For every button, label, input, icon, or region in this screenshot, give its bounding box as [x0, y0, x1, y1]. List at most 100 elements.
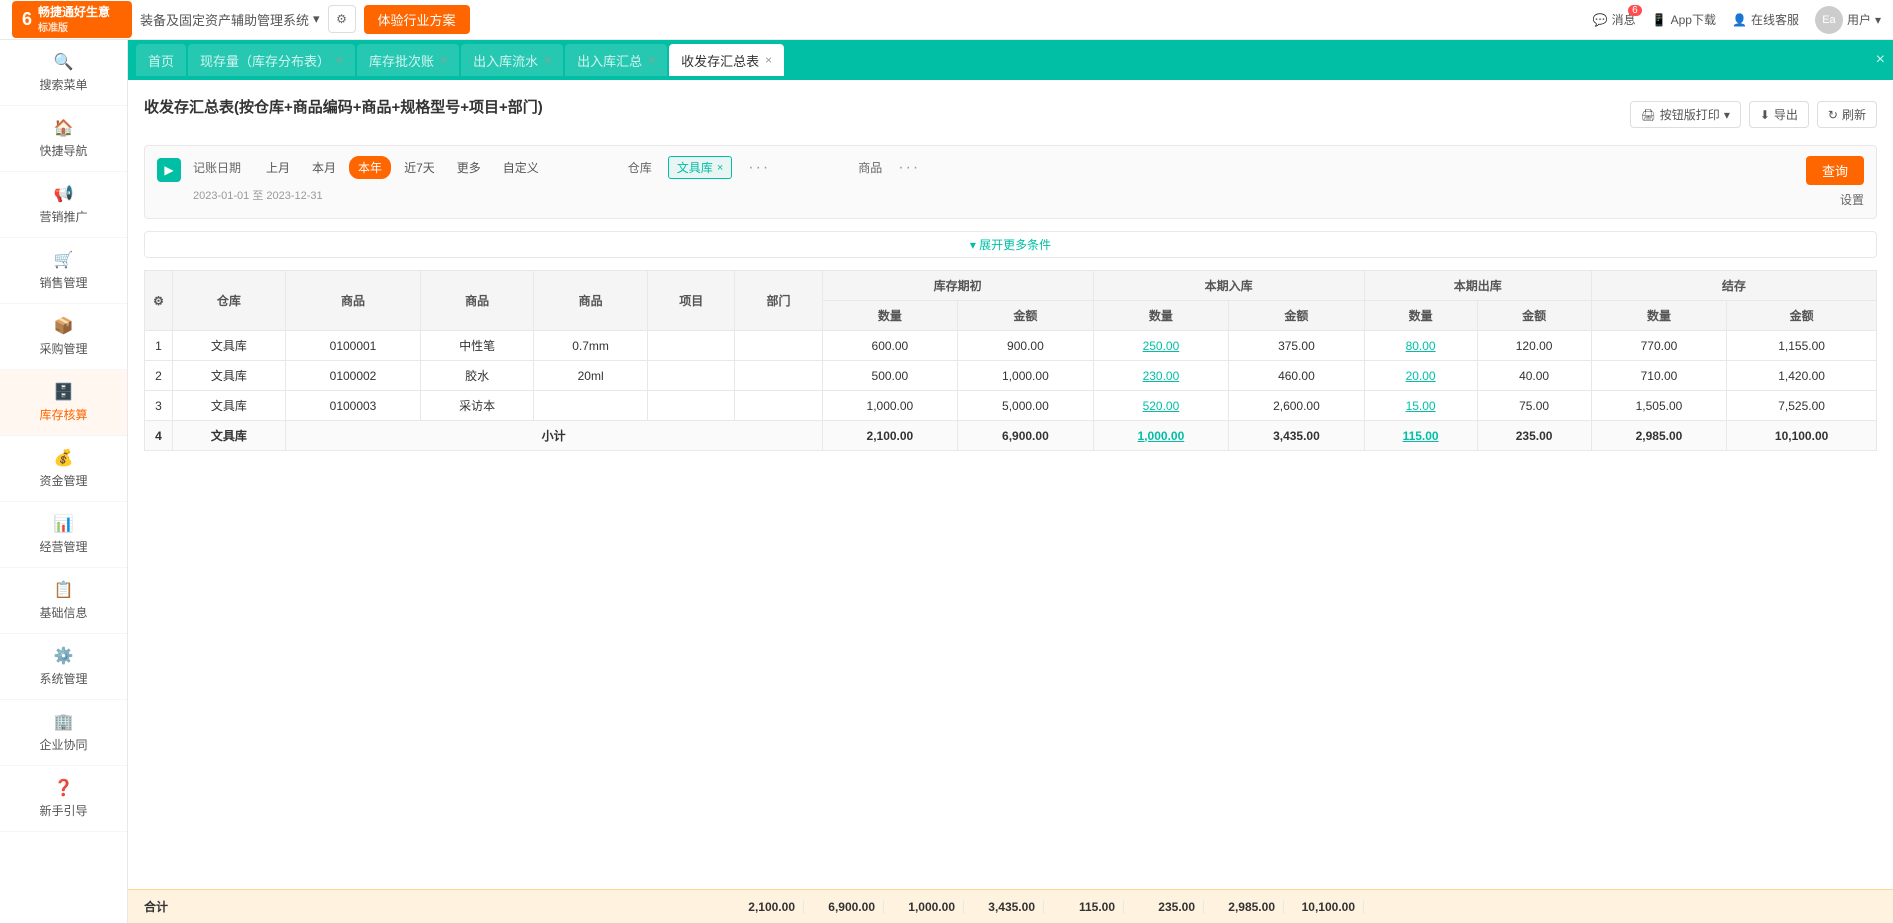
finance-icon: 💰 [54, 448, 74, 468]
row-out-qty-link[interactable]: 15.00 [1364, 391, 1477, 421]
date-btn-custom[interactable]: 自定义 [494, 156, 548, 179]
row-open-amt: 900.00 [958, 331, 1094, 361]
message-badge: 6 [1628, 5, 1642, 16]
row-code: 0100002 [285, 361, 421, 391]
top-bar: 6 畅捷通好生意 标准版 装备及固定资产辅助管理系统 ▾ ⚙ 体验行业方案 💬 … [0, 0, 1893, 40]
refresh-button[interactable]: ↻ 刷新 [1817, 101, 1877, 128]
sidebar-item-system[interactable]: ⚙️ 系统管理 [0, 634, 127, 700]
user-dropdown-icon: ▾ [1875, 13, 1881, 27]
row-close-amt: 7,525.00 [1727, 391, 1877, 421]
sidebar-item-operations[interactable]: 📊 经营管理 [0, 502, 127, 568]
goods-more-button[interactable]: ··· [898, 159, 920, 177]
row-open-amt: 5,000.00 [958, 391, 1094, 421]
operations-icon: 📊 [54, 514, 74, 534]
sidebar-item-finance[interactable]: 💰 资金管理 [0, 436, 127, 502]
tab-close-recv-send-summary[interactable]: × [765, 53, 772, 67]
base-info-icon: 📋 [54, 580, 74, 600]
sidebar-item-purchase[interactable]: 📦 采购管理 [0, 304, 127, 370]
trial-button[interactable]: 体验行业方案 [364, 5, 470, 34]
row-in-qty-link[interactable]: 230.00 [1093, 361, 1229, 391]
tab-recv-send-summary[interactable]: 收发存汇总表 × [669, 44, 784, 76]
phone-icon: 📱 [1652, 13, 1667, 27]
sidebar-item-guide[interactable]: ❓ 新手引导 [0, 766, 127, 832]
footer-in-qty: 1,000.00 [884, 900, 964, 914]
sales-icon: 🛒 [54, 250, 74, 270]
logo-area: 6 畅捷通好生意 标准版 [12, 1, 132, 38]
tab-close-in-out-flow[interactable]: × [544, 53, 551, 67]
col-header-dept: 部门 [735, 271, 822, 331]
sidebar-item-base-info[interactable]: 📋 基础信息 [0, 568, 127, 634]
user-menu[interactable]: Ea 用户 ▾ [1815, 6, 1881, 34]
online-service-button[interactable]: 👤 在线客服 [1732, 11, 1799, 28]
row-out-qty-link[interactable]: 20.00 [1364, 361, 1477, 391]
row-no: 2 [145, 361, 173, 391]
col-header-close-amt: 金额 [1727, 301, 1877, 331]
expand-more-button[interactable]: ▾ 展开更多条件 [144, 231, 1877, 258]
date-btn-7days[interactable]: 近7天 [395, 156, 444, 179]
tab-in-out-summary[interactable]: 出入库汇总 × [565, 44, 667, 76]
table-settings-icon[interactable]: ⚙ [145, 271, 173, 331]
export-icon: ⬇ [1760, 108, 1770, 122]
tab-bar: 首页 现存量（库存分布表） × 库存批次账 × 出入库流水 × 出入库汇总 × … [128, 40, 1893, 80]
sidebar-item-quick-nav[interactable]: 🏠 快捷导航 [0, 106, 127, 172]
table-subtotal-row: 4 文具库 小计 2,100.00 6,900.00 1,000.00 3,43… [145, 421, 1877, 451]
subtotal-in-qty-link[interactable]: 1,000.00 [1093, 421, 1229, 451]
query-button[interactable]: 查询 [1806, 156, 1864, 185]
row-close-amt: 1,155.00 [1727, 331, 1877, 361]
sidebar-item-inventory[interactable]: 🗄️ 库存核算 [0, 370, 127, 436]
row-out-qty-link[interactable]: 80.00 [1364, 331, 1477, 361]
warehouse-more-button[interactable]: ··· [748, 159, 770, 177]
date-btn-more[interactable]: 更多 [448, 156, 490, 179]
export-button[interactable]: ⬇ 导出 [1749, 101, 1809, 128]
row-name: 采访本 [421, 391, 534, 421]
date-btn-this-year[interactable]: 本年 [349, 156, 391, 179]
tab-in-out-flow[interactable]: 出入库流水 × [461, 44, 563, 76]
row-project [648, 361, 735, 391]
print-button[interactable]: 🖨 按钮版打印 ▾ [1630, 101, 1741, 128]
tab-close-inventory-dist[interactable]: × [336, 53, 343, 67]
table-row: 2 文具库 0100002 胶水 20ml 500.00 1,000.00 23… [145, 361, 1877, 391]
row-in-amt: 2,600.00 [1229, 391, 1365, 421]
row-dept [735, 331, 822, 361]
col-header-warehouse: 仓库 [173, 271, 286, 331]
col-header-period-in: 本期入库 [1093, 271, 1364, 301]
row-out-amt: 75.00 [1477, 391, 1591, 421]
sidebar-item-search[interactable]: 🔍 搜索菜单 [0, 40, 127, 106]
row-no: 1 [145, 331, 173, 361]
row-spec [534, 391, 648, 421]
page-content: 收发存汇总表(按仓库+商品编码+商品+规格型号+项目+部门) 🖨 按钮版打印 ▾… [128, 80, 1893, 889]
subtotal-out-amt: 235.00 [1477, 421, 1591, 451]
tab-close-batch-ledger[interactable]: × [440, 53, 447, 67]
col-header-out-amt: 金额 [1477, 301, 1591, 331]
subtotal-warehouse: 文具库 [173, 421, 286, 451]
settings-button[interactable]: ⚙ [328, 5, 356, 33]
logo-number: 6 [22, 9, 32, 30]
subtotal-out-qty-link[interactable]: 115.00 [1364, 421, 1477, 451]
subtotal-open-amt: 6,900.00 [958, 421, 1094, 451]
row-in-qty-link[interactable]: 250.00 [1093, 331, 1229, 361]
date-btn-this-month[interactable]: 本月 [303, 156, 345, 179]
row-close-amt: 1,420.00 [1727, 361, 1877, 391]
tab-inventory-dist[interactable]: 现存量（库存分布表） × [188, 44, 355, 76]
tab-home[interactable]: 首页 [136, 44, 186, 76]
date-btn-last-month[interactable]: 上月 [257, 156, 299, 179]
filter-settings-link[interactable]: 设置 [1840, 191, 1864, 208]
subtotal-in-amt: 3,435.00 [1229, 421, 1365, 451]
row-in-qty-link[interactable]: 520.00 [1093, 391, 1229, 421]
col-header-opening: 库存期初 [822, 271, 1093, 301]
message-button[interactable]: 💬 消息 6 [1593, 11, 1636, 28]
row-close-qty: 710.00 [1591, 361, 1727, 391]
tab-batch-ledger[interactable]: 库存批次账 × [357, 44, 459, 76]
filter-toggle-button[interactable]: ▶ [157, 158, 181, 182]
tab-close-in-out-summary[interactable]: × [648, 53, 655, 67]
app-download-button[interactable]: 📱 App下载 [1652, 11, 1716, 28]
system-title[interactable]: 装备及固定资产辅助管理系统 ▾ [140, 10, 320, 29]
warehouse-remove-icon[interactable]: × [717, 162, 723, 174]
tab-bar-close-button[interactable]: × [1876, 51, 1885, 69]
sidebar-item-marketing[interactable]: 📢 营销推广 [0, 172, 127, 238]
sidebar: 🔍 搜索菜单 🏠 快捷导航 📢 营销推广 🛒 销售管理 📦 采购管理 🗄️ 库存… [0, 40, 128, 923]
row-code: 0100001 [285, 331, 421, 361]
sidebar-item-enterprise[interactable]: 🏢 企业协同 [0, 700, 127, 766]
print-dropdown-icon: ▾ [1724, 108, 1730, 122]
sidebar-item-sales[interactable]: 🛒 销售管理 [0, 238, 127, 304]
